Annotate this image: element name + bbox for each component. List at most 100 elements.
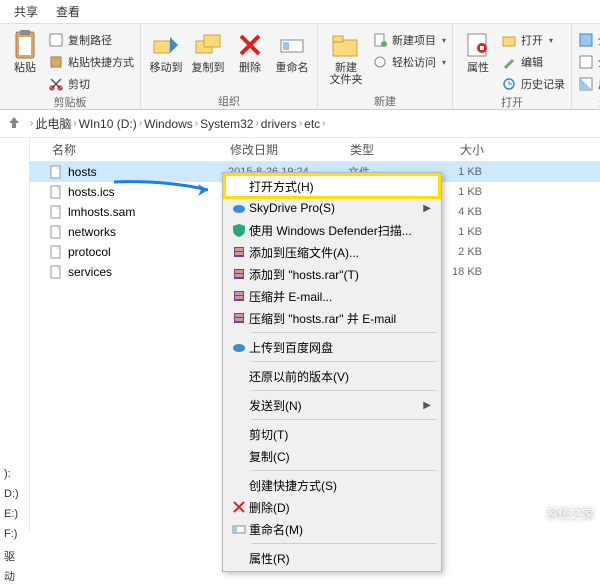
breadcrumb-segment[interactable]: 此电脑 <box>35 115 71 132</box>
context-menu: 打开方式(H) SkyDrive Pro(S)▶使用 Windows Defend… <box>222 172 442 572</box>
drive-label[interactable]: 驱 <box>4 548 15 564</box>
file-name: protocol <box>68 245 228 259</box>
menu-item[interactable]: 打开方式(H) <box>225 175 439 197</box>
menu-separator <box>251 361 437 362</box>
menu-item[interactable]: 创建快捷方式(S) <box>225 474 439 496</box>
drive-label[interactable]: 动 <box>4 568 15 584</box>
menu-icon <box>229 550 249 566</box>
rar-icon <box>229 244 249 260</box>
menu-item[interactable]: 压缩并 E-mail... <box>225 285 439 307</box>
rar-icon <box>229 288 249 304</box>
menu-item-label: 重命名(M) <box>249 521 439 538</box>
menu-item-label: 发送到(N) <box>249 397 439 414</box>
col-name[interactable]: 名称 <box>30 141 230 158</box>
drive-label[interactable]: D:) <box>4 488 19 500</box>
menu-separator <box>251 419 437 420</box>
breadcrumb[interactable]: ›此电脑›WIn10 (D:)›Windows›System32›drivers… <box>30 115 326 132</box>
menu-icon <box>229 368 249 384</box>
col-date[interactable]: 修改日期 <box>230 141 350 158</box>
breadcrumb-segment[interactable]: WIn10 (D:) <box>79 117 137 131</box>
history-button[interactable]: 历史记录 <box>501 74 565 94</box>
delete-icon <box>229 499 249 515</box>
breadcrumb-segment[interactable]: drivers <box>261 117 297 131</box>
drive-label[interactable]: ): <box>4 468 11 480</box>
chevron-right-icon: › <box>322 118 325 129</box>
breadcrumb-segment[interactable]: System32 <box>200 117 253 131</box>
drive-label[interactable]: F:) <box>4 528 17 540</box>
nav-tree-stub: ):D:)E:)F:)驱动 <box>0 138 30 531</box>
menu-item[interactable]: 还原以前的版本(V) <box>225 365 439 387</box>
menu-item[interactable]: 删除(D) <box>225 496 439 518</box>
tab-view[interactable]: 查看 <box>56 3 80 20</box>
rename-button[interactable]: 重命名 <box>273 28 311 74</box>
menu-icon <box>229 178 249 194</box>
invert-icon <box>578 76 594 92</box>
tab-share[interactable]: 共享 <box>14 3 38 20</box>
breadcrumb-bar: ›此电脑›WIn10 (D:)›Windows›System32›drivers… <box>0 110 600 138</box>
menu-item[interactable]: 压缩到 "hosts.rar" 并 E-mail <box>225 307 439 329</box>
col-size[interactable]: 大小 <box>430 141 500 158</box>
menu-item[interactable]: 复制(C) <box>225 445 439 467</box>
moveto-icon <box>151 30 181 60</box>
history-icon <box>501 76 517 92</box>
menu-item[interactable]: 发送到(N)▶ <box>225 394 439 416</box>
drive-label[interactable]: E:) <box>4 508 18 520</box>
paste-button[interactable]: 粘贴 <box>6 28 44 94</box>
breadcrumb-segment[interactable]: etc <box>304 117 320 131</box>
selectnone-button[interactable]: 全部取消 <box>578 52 600 72</box>
copy-path-icon <box>48 32 64 48</box>
selectall-button[interactable]: 全部选择 <box>578 30 600 50</box>
menu-item-label: 复制(C) <box>249 448 439 465</box>
menu-item[interactable]: 使用 Windows Defender扫描... <box>225 219 439 241</box>
paste-shortcut-icon <box>48 54 64 70</box>
menu-item-label: 压缩到 "hosts.rar" 并 E-mail <box>249 310 439 327</box>
menu-item[interactable]: 属性(R) <box>225 547 439 569</box>
menu-item-label: 剪切(T) <box>249 426 439 443</box>
menu-item[interactable]: SkyDrive Pro(S)▶ <box>225 197 439 219</box>
properties-icon <box>463 30 493 60</box>
file-icon <box>48 204 64 220</box>
up-arrow-icon[interactable] <box>6 114 26 134</box>
menu-item[interactable]: 剪切(T) <box>225 423 439 445</box>
submenu-arrow-icon: ▶ <box>423 400 431 411</box>
edit-button[interactable]: 编辑 <box>501 52 565 72</box>
cut-button[interactable]: 剪切 <box>48 74 134 94</box>
easyaccess-button[interactable]: 轻松访问 ▾ <box>372 52 446 72</box>
properties-button[interactable]: 属性 <box>459 28 497 94</box>
menu-item-label: 上传到百度网盘 <box>249 339 439 356</box>
moveto-button[interactable]: 移动到 <box>147 28 185 74</box>
col-type[interactable]: 类型 <box>350 141 430 158</box>
copy-path-button[interactable]: 复制路径 <box>48 30 134 50</box>
menu-icon <box>229 448 249 464</box>
menu-item[interactable]: 上传到百度网盘 <box>225 336 439 358</box>
newfolder-button[interactable]: 新建 文件夹 <box>324 28 368 86</box>
menu-item-label: 压缩并 E-mail... <box>249 288 439 305</box>
file-name: hosts.ics <box>68 185 228 199</box>
delete-button[interactable]: 删除 <box>231 28 269 74</box>
file-icon <box>48 184 64 200</box>
menu-item-label: 删除(D) <box>249 499 439 516</box>
file-name: hosts <box>68 165 228 179</box>
column-headers[interactable]: 名称 修改日期 类型 大小 <box>30 138 600 162</box>
menu-item-label: 打开方式(H) <box>249 178 439 195</box>
menu-item[interactable]: 添加到 "hosts.rar"(T) <box>225 263 439 285</box>
open-icon <box>501 32 517 48</box>
copyto-button[interactable]: 复制到 <box>189 28 227 74</box>
file-icon <box>48 164 64 180</box>
file-name: networks <box>68 225 228 239</box>
rename-icon <box>277 30 307 60</box>
group-select: 全部选择 全部取消 反向选择 选择 <box>572 24 600 109</box>
ribbon: 粘贴 复制路径 粘贴快捷方式 剪切 剪贴板 <box>0 24 600 110</box>
menu-item[interactable]: 重命名(M) <box>225 518 439 540</box>
menu-icon <box>229 477 249 493</box>
breadcrumb-segment[interactable]: Windows <box>144 117 193 131</box>
open-button[interactable]: 打开 ▾ <box>501 30 565 50</box>
newfolder-icon <box>331 30 361 60</box>
newitem-button[interactable]: 新建项目 ▾ <box>372 30 446 50</box>
menu-item[interactable]: 添加到压缩文件(A)... <box>225 241 439 263</box>
invert-button[interactable]: 反向选择 <box>578 74 600 94</box>
baidu-icon <box>229 339 249 355</box>
chevron-right-icon: › <box>255 118 258 129</box>
menu-icon <box>229 426 249 442</box>
paste-shortcut-button[interactable]: 粘贴快捷方式 <box>48 52 134 72</box>
